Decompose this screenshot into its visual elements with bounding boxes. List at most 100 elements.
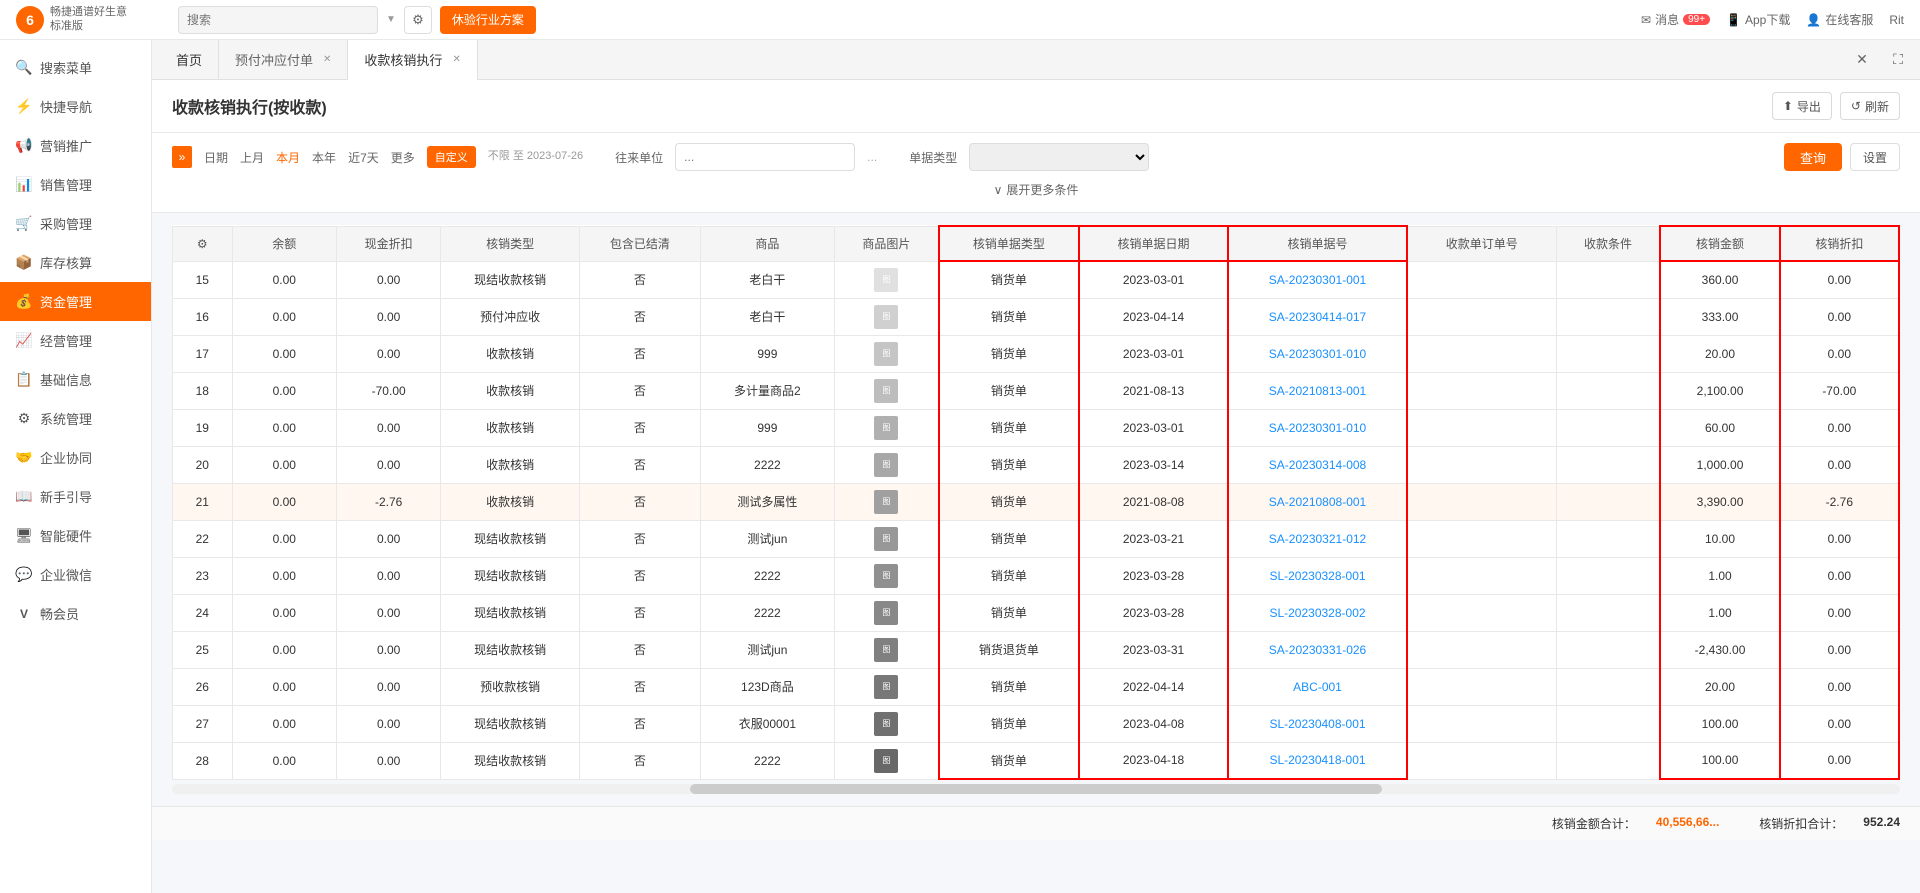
sidebar-label-enterprise: 企业协同 [40,448,92,467]
system-icon: ⚙ [16,411,32,427]
cell-verify-bill-no[interactable]: SL-20230328-001 [1228,557,1407,594]
inventory-icon: 📦 [16,255,32,271]
app-download-btn[interactable]: 📱 App下载 [1726,11,1790,28]
cell-verify-bill-no[interactable]: SA-20230301-010 [1228,409,1407,446]
cell-verify-bill-no[interactable]: SA-20230321-012 [1228,520,1407,557]
sidebar-item-search[interactable]: 🔍 搜索菜单 [0,48,151,87]
cell-id: 23 [173,557,233,594]
tab-prepay[interactable]: 预付冲应付单 ✕ [219,40,348,80]
cell-product: 测试jun [700,520,834,557]
sidebar-item-hardware[interactable]: 🖥 智能硬件 [0,516,151,555]
cell-verify-type: 收款核销 [441,483,580,520]
sidebar-item-system[interactable]: ⚙ 系统管理 [0,399,151,438]
sidebar-item-marketing[interactable]: 📢 营销推广 [0,126,151,165]
sidebar-item-purchase[interactable]: 🛒 采购管理 [0,204,151,243]
cell-verify-amount: 2,100.00 [1660,372,1779,409]
bill-no-link[interactable]: SA-20230301-001 [1269,273,1366,287]
cell-verify-bill-no[interactable]: SA-20230301-001 [1228,261,1407,298]
tab-home[interactable]: 首页 [160,40,219,80]
bill-no-link[interactable]: SA-20230331-026 [1269,643,1366,657]
dropdown-arrow-icon[interactable]: ▼ [386,14,396,25]
settings-icon[interactable]: ⚙ [404,6,432,34]
table-row: 15 0.00 0.00 现结收款核销 否 老白干 图 销货单 2023-03-… [173,261,1900,298]
col-gear[interactable]: ⚙ [173,226,233,261]
col-product: 商品 [700,226,834,261]
bill-no-link[interactable]: SL-20230408-001 [1269,717,1365,731]
sidebar-item-wechat[interactable]: 💬 企业微信 [0,555,151,594]
query-btn[interactable]: 查询 [1784,143,1842,171]
online-service-btn[interactable]: 👤 在线客服 [1806,11,1873,28]
setting-btn[interactable]: 设置 [1850,143,1900,171]
sidebar-item-sales[interactable]: 📊 销售管理 [0,165,151,204]
top-search-input[interactable] [178,6,378,34]
cell-product: 老白干 [700,261,834,298]
cell-verify-bill-no[interactable]: SA-20210813-001 [1228,372,1407,409]
bill-no-link[interactable]: SA-20230314-008 [1269,458,1366,472]
cell-verify-bill-no[interactable]: SL-20230418-001 [1228,742,1407,779]
top-right-area: ✉ 消息 99+ 📱 App下载 👤 在线客服 Rit [1641,11,1904,28]
sidebar-item-basic[interactable]: 📋 基础信息 [0,360,151,399]
this-month-link[interactable]: 本月 [276,149,300,166]
tab-close-all-btn[interactable]: ✕ [1848,46,1876,74]
cell-verify-bill-no[interactable]: SL-20230408-001 [1228,705,1407,742]
bill-no-link[interactable]: SA-20230301-010 [1269,421,1366,435]
cell-verify-type: 预收款核销 [441,668,580,705]
bill-no-link[interactable]: SA-20230414-017 [1269,310,1366,324]
sidebar-item-operations[interactable]: 📈 经营管理 [0,321,151,360]
prev-month-link[interactable]: 上月 [240,149,264,166]
tab-home-label: 首页 [176,50,202,69]
cell-verify-bill-no[interactable]: SA-20230414-017 [1228,298,1407,335]
horizontal-scrollbar[interactable] [172,784,1900,794]
bill-no-link[interactable]: ABC-001 [1293,680,1342,694]
more-date-link[interactable]: 更多 [391,149,415,166]
custom-date-btn[interactable]: 自定义 [427,146,476,168]
sidebar-item-guide[interactable]: 📖 新手引导 [0,477,151,516]
cell-receipt-order-no [1407,483,1556,520]
this-year-link[interactable]: 本年 [312,149,336,166]
cell-receipt-order-no [1407,372,1556,409]
cell-verify-bill-no[interactable]: SA-20230301-010 [1228,335,1407,372]
recent7-link[interactable]: 近7天 [348,149,379,166]
bill-no-link[interactable]: SA-20230321-012 [1269,532,1366,546]
from-unit-label: 往来单位 [615,149,663,166]
scrollbar-thumb[interactable] [690,784,1381,794]
expand-btn[interactable]: ∨ 展开更多条件 [986,177,1087,202]
sidebar-item-inventory[interactable]: 📦 库存核算 [0,243,151,282]
cell-product-img: 图 [834,483,938,520]
refresh-btn[interactable]: ↺ 刷新 [1840,92,1900,120]
tab-verify-close[interactable]: ✕ [452,54,460,65]
messages-btn[interactable]: ✉ 消息 99+ [1641,11,1710,28]
cell-cash-discount: 0.00 [336,298,440,335]
cell-verify-bill-no[interactable]: SA-20230331-026 [1228,631,1407,668]
from-unit-input[interactable] [675,143,855,171]
bill-no-link[interactable]: SL-20230328-002 [1269,606,1365,620]
cell-verify-bill-no[interactable]: SA-20230314-008 [1228,446,1407,483]
cell-receipt-order-no [1407,261,1556,298]
tab-maximize-btn[interactable]: ⛶ [1884,46,1912,74]
user-name[interactable]: Rit [1889,13,1904,27]
cell-verify-amount: 333.00 [1660,298,1779,335]
bill-no-link[interactable]: SL-20230418-001 [1269,753,1365,767]
cell-verify-type: 现结收款核销 [441,705,580,742]
cell-verify-bill-no[interactable]: SA-20210808-001 [1228,483,1407,520]
sidebar-item-finance[interactable]: 💰 资金管理 [0,282,151,321]
bill-no-link[interactable]: SA-20230301-010 [1269,347,1366,361]
cell-verify-bill-no[interactable]: ABC-001 [1228,668,1407,705]
bill-no-link[interactable]: SL-20230328-001 [1269,569,1365,583]
cell-balance: 0.00 [232,409,336,446]
cell-verify-bill-no[interactable]: SL-20230328-002 [1228,594,1407,631]
sidebar-item-member[interactable]: V 畅会员 [0,594,151,633]
cell-balance: 0.00 [232,631,336,668]
bill-type-select[interactable] [969,143,1149,171]
bill-no-link[interactable]: SA-20210813-001 [1269,384,1366,398]
sidebar-item-enterprise[interactable]: 🤝 企业协同 [0,438,151,477]
tab-prepay-close[interactable]: ✕ [323,54,331,65]
bill-no-link[interactable]: SA-20210808-001 [1269,495,1366,509]
export-btn[interactable]: ⬆ 导出 [1772,92,1832,120]
filter-toggle-btn[interactable]: » [172,146,192,168]
cell-balance: 0.00 [232,668,336,705]
tab-prepay-label: 预付冲应付单 [235,50,313,69]
tab-verify[interactable]: 收款核销执行 ✕ [348,40,477,80]
industry-btn[interactable]: 休验行业方案 [440,6,536,34]
sidebar-item-quick[interactable]: ⚡ 快捷导航 [0,87,151,126]
